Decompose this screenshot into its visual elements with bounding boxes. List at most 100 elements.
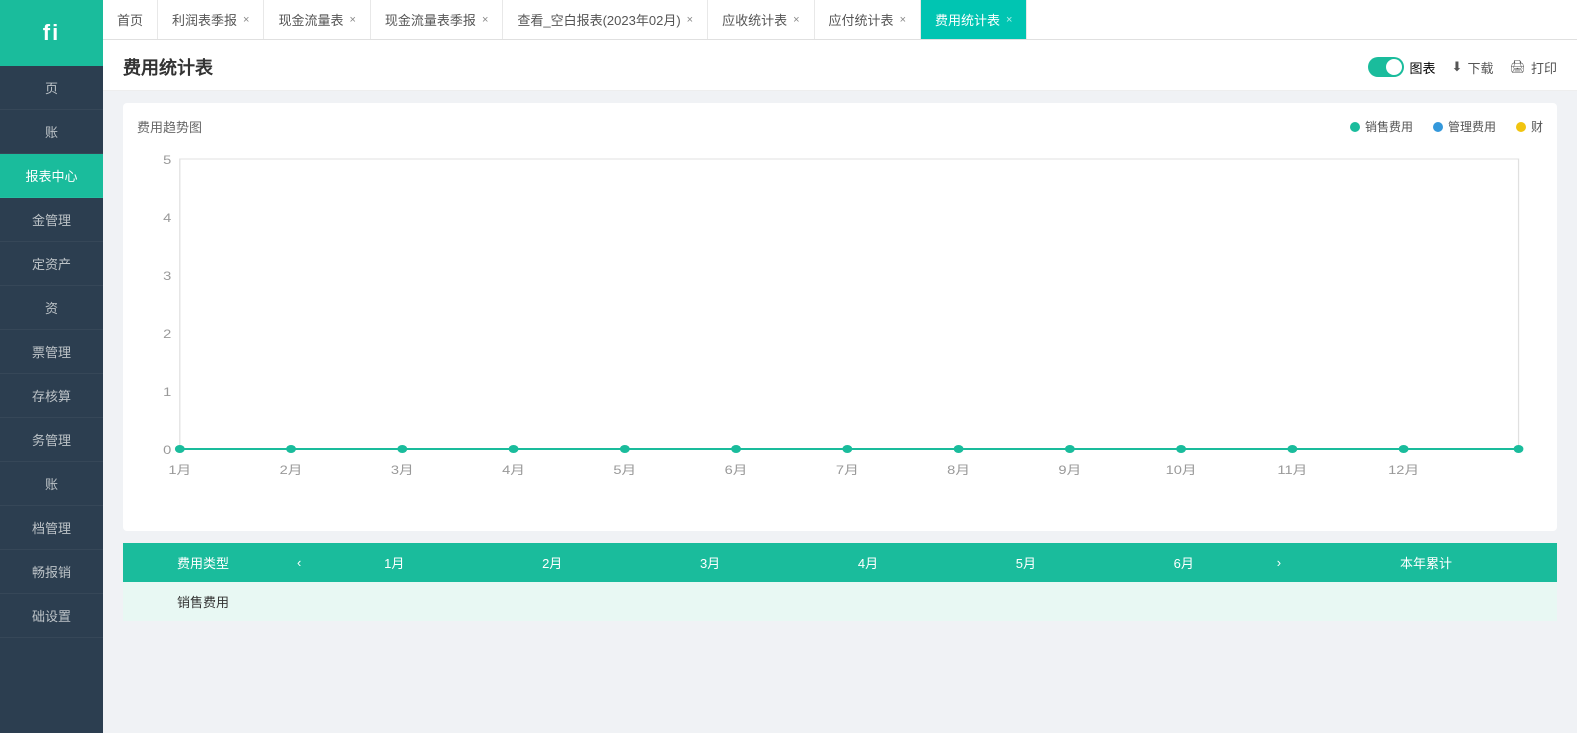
legend-sales-dot (1350, 122, 1360, 132)
chart-dot (397, 445, 407, 453)
svg-text:10月: 10月 (1166, 463, 1197, 476)
sidebar-item-fixed-assets[interactable]: 定资产 (0, 242, 103, 286)
sidebar-item-basic-settings[interactable]: 础设置 (0, 594, 103, 638)
prev-arrow-icon[interactable]: ‹ (297, 555, 301, 570)
row-prev-nav (283, 582, 315, 621)
legend-admin-dot (1433, 122, 1443, 132)
row-next-nav (1263, 582, 1295, 621)
print-button[interactable]: 🖨 打印 (1509, 58, 1557, 77)
row-m4 (789, 582, 947, 621)
table-header-row: 费用类型 ‹ 1月 2月 3月 (123, 543, 1557, 582)
svg-text:4: 4 (163, 211, 172, 224)
chart-dot (620, 445, 630, 453)
row-m2 (473, 582, 631, 621)
row-m6 (1105, 582, 1263, 621)
tab-payable[interactable]: 应付统计表 × (815, 0, 921, 40)
col-m3-label: 3月 (700, 556, 720, 571)
legend-admin: 管理费用 (1433, 118, 1496, 135)
row-type: 销售费用 (123, 582, 283, 621)
row-m3 (631, 582, 789, 621)
col-m1-label: 1月 (384, 556, 404, 571)
print-icon: 🖨 (1509, 59, 1526, 75)
col-prev[interactable]: ‹ (283, 543, 315, 582)
chart-dot (1514, 445, 1524, 453)
tab-profit-quarter-close[interactable]: × (243, 14, 249, 26)
tab-expense-stat[interactable]: 费用统计表 × (921, 0, 1027, 40)
svg-text:8月: 8月 (947, 463, 970, 476)
sidebar-item-fund-mgmt[interactable]: 金管理 (0, 198, 103, 242)
col-next[interactable]: › (1263, 543, 1295, 582)
row-ytd (1295, 582, 1557, 621)
col-m2: 2月 (473, 543, 631, 582)
sidebar-item-report-center[interactable]: 报表中心 (0, 154, 103, 198)
chart-dot (842, 445, 852, 453)
tab-expense-stat-label: 费用统计表 (935, 10, 1000, 29)
tab-receivable[interactable]: 应收统计表 × (708, 0, 814, 40)
print-label: 打印 (1531, 58, 1557, 77)
legend-finance-label: 财 (1531, 118, 1543, 135)
tab-cashflow-close[interactable]: × (349, 14, 355, 26)
sidebar-logo: fi (0, 0, 103, 66)
tab-home[interactable]: 首页 (103, 0, 158, 40)
tab-profit-quarter-label: 利润表季报 (172, 10, 237, 29)
chart-header: 费用趋势图 销售费用 管理费用 财 (137, 117, 1543, 136)
page-title: 费用统计表 (123, 54, 213, 80)
sidebar-item-investment[interactable]: 资 (0, 286, 103, 330)
tab-cashflow-quarter-close[interactable]: × (482, 14, 488, 26)
tab-blank-report-close[interactable]: × (687, 14, 693, 26)
sidebar-item-account[interactable]: 账 (0, 110, 103, 154)
tab-bar: 首页 利润表季报 × 现金流量表 × 现金流量表季报 × 查看_空白报表(202… (103, 0, 1577, 40)
svg-text:12月: 12月 (1388, 463, 1419, 476)
sidebar-item-ledger[interactable]: 账 (0, 462, 103, 506)
chart-dot (1176, 445, 1186, 453)
tab-payable-close[interactable]: × (900, 14, 906, 26)
page-header: 费用统计表 图表 ⬇ 下载 🖨 打印 (103, 40, 1577, 91)
legend-finance: 财 (1516, 118, 1543, 135)
row-m1 (315, 582, 473, 621)
sidebar-item-inventory[interactable]: 存核算 (0, 374, 103, 418)
col-type-label: 费用类型 (177, 556, 229, 571)
table-section: 费用类型 ‹ 1月 2月 3月 (123, 543, 1557, 733)
col-m4-label: 4月 (858, 556, 878, 571)
tab-blank-report[interactable]: 查看_空白报表(2023年02月) × (503, 0, 708, 40)
tab-expense-stat-close[interactable]: × (1006, 14, 1012, 26)
chart-dot (954, 445, 964, 453)
tab-payable-label: 应付统计表 (829, 10, 894, 29)
chart-toggle[interactable] (1368, 57, 1404, 77)
tab-cashflow[interactable]: 现金流量表 × (264, 0, 370, 40)
svg-text:5: 5 (163, 153, 171, 166)
legend-finance-dot (1516, 122, 1526, 132)
svg-text:3月: 3月 (391, 463, 414, 476)
svg-text:4月: 4月 (502, 463, 525, 476)
sidebar-item-home[interactable]: 页 (0, 66, 103, 110)
tab-cashflow-label: 现金流量表 (278, 10, 343, 29)
svg-text:2月: 2月 (280, 463, 303, 476)
download-button[interactable]: ⬇ 下载 (1452, 58, 1494, 77)
chart-dot (731, 445, 741, 453)
svg-text:5月: 5月 (613, 463, 636, 476)
sidebar: fi 页 账 报表中心 金管理 定资产 资 票管理 存核算 务管理 账 档管理 … (0, 0, 103, 733)
tab-cashflow-quarter[interactable]: 现金流量表季报 × (371, 0, 503, 40)
chart-dot (1065, 445, 1075, 453)
tab-home-label: 首页 (117, 10, 143, 29)
chart-toggle-label: 图表 (1410, 58, 1436, 77)
legend-sales-label: 销售费用 (1365, 118, 1413, 135)
col-m1: 1月 (315, 543, 473, 582)
col-ytd: 本年累计 (1295, 543, 1557, 582)
sidebar-item-archive-mgmt[interactable]: 档管理 (0, 506, 103, 550)
sidebar-item-expense[interactable]: 畅报销 (0, 550, 103, 594)
legend-admin-label: 管理费用 (1448, 118, 1496, 135)
sidebar-item-service-mgmt[interactable]: 务管理 (0, 418, 103, 462)
sidebar-item-ticket-mgmt[interactable]: 票管理 (0, 330, 103, 374)
tab-profit-quarter[interactable]: 利润表季报 × (158, 0, 264, 40)
header-actions: 图表 ⬇ 下载 🖨 打印 (1368, 57, 1557, 77)
chart-toggle-wrap: 图表 (1368, 57, 1436, 77)
tab-receivable-label: 应收统计表 (722, 10, 787, 29)
tab-receivable-close[interactable]: × (793, 14, 799, 26)
tab-blank-report-label: 查看_空白报表(2023年02月) (517, 10, 680, 29)
chart-container: 5 4 3 2 1 0 (137, 144, 1543, 517)
svg-text:3: 3 (163, 269, 171, 282)
next-arrow-icon[interactable]: › (1277, 555, 1281, 570)
chart-dot (1287, 445, 1297, 453)
col-m4: 4月 (789, 543, 947, 582)
